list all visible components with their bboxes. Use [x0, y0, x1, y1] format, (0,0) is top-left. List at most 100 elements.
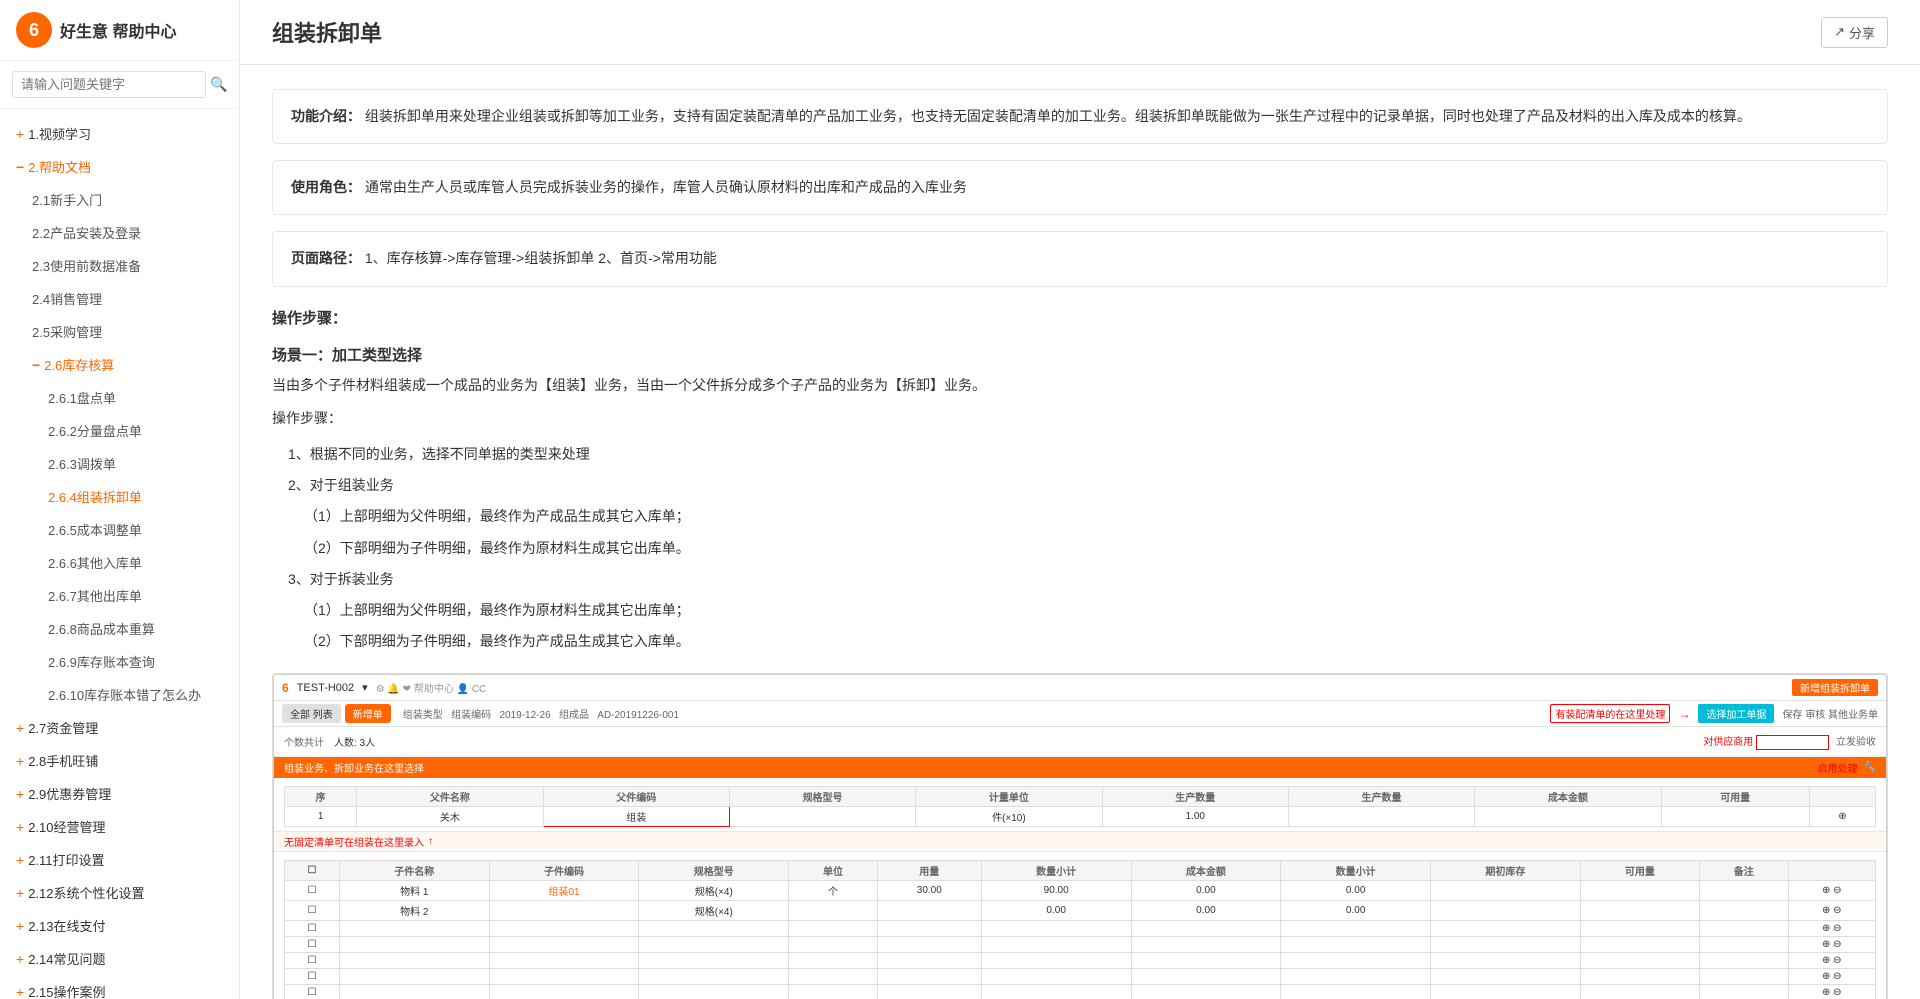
screen-bar-icon: 🔧	[1864, 762, 1876, 773]
sidebar-label-2-12: 2.12系统个性化设置	[28, 883, 144, 902]
ltd-name-7	[339, 985, 489, 999]
lth-remark: 备注	[1699, 861, 1788, 881]
ltd-action-3: ⊕ ⊖	[1788, 921, 1875, 937]
ltd-init-6	[1431, 969, 1581, 985]
ltd-init-1	[1431, 881, 1581, 901]
sidebar-item-2-6-9[interactable]: 2.6.9库存账本查询	[0, 645, 239, 678]
ltd-remark-1	[1699, 881, 1788, 901]
sidebar-item-2-14[interactable]: + 2.14常见问题	[0, 942, 239, 975]
ltd-init-5	[1431, 953, 1581, 969]
sidebar-item-2-6-1[interactable]: 2.6.1盘点单	[0, 381, 239, 414]
ltd-spec-5	[639, 953, 789, 969]
ltd-check-7: ☐	[285, 985, 340, 999]
lth-qty3: 数量小计	[1281, 861, 1431, 881]
sidebar-item-2-6-7[interactable]: 2.6.7其他出库单	[0, 579, 239, 612]
sidebar-item-2-6-3[interactable]: 2.6.3调拨单	[0, 447, 239, 480]
ltd-init-4	[1431, 937, 1581, 953]
th-name: 父件名称	[357, 787, 543, 807]
screenshot-container: 6 TEST-H002 ▾ ⚙ 🔔 ❤ 帮助中心 👤 CC 新增组装拆卸单 全部…	[272, 673, 1888, 999]
sidebar-item-2-6-4[interactable]: 2.6.4组装拆卸单	[0, 480, 239, 513]
sidebar-item-2-6-6[interactable]: 2.6.6其他入库单	[0, 546, 239, 579]
screen-lower-table: ☐ 子件名称 子件编码 规格型号 单位 用量 数量小计 成本金额 数量小计 期初…	[274, 852, 1886, 999]
ltd-cost-3	[1131, 921, 1281, 937]
ltd-qty1-6	[877, 969, 981, 985]
minus-icon: −	[16, 159, 24, 175]
ltd-cost-4	[1131, 937, 1281, 953]
screen-top-id: TEST-H002	[297, 682, 354, 694]
ltd-code-7	[489, 985, 639, 999]
arrow-icon-1: →	[1678, 707, 1690, 721]
logo-text: 好生意 帮助中心	[60, 18, 176, 42]
ltd-qty2-6	[981, 969, 1131, 985]
sidebar-item-2-6[interactable]: − 2.6库存核算	[0, 348, 239, 381]
ltd-code-5	[489, 953, 639, 969]
upper-table: 序 父件名称 父件编码 规格型号 计量单位 生产数量 生产数量 成本金额 可用量	[284, 786, 1876, 827]
ltd-qty2-3	[981, 921, 1131, 937]
sidebar-label-2-5: 2.5采购管理	[32, 322, 102, 341]
sub-annotation-text: 无固定清单可在组装在这里录入	[284, 834, 424, 849]
content-body: 功能介绍： 组装拆卸单用来处理企业组装或拆卸等加工业务，支持有固定装配清单的产品…	[240, 65, 1920, 999]
ltd-check-2: ☐	[285, 901, 340, 921]
step1: 1、根据不同的业务，选择不同单据的类型来处理	[272, 439, 1888, 470]
sidebar-label-2-11: 2.11打印设置	[28, 850, 104, 869]
sidebar-label-2-6-7: 2.6.7其他出库单	[48, 586, 142, 605]
sidebar-item-2-6-8[interactable]: 2.6.8商品成本重算	[0, 612, 239, 645]
sidebar-item-2-1[interactable]: 2.1新手入门	[0, 183, 239, 216]
user-role-text: 通常由生产人员或库管人员完成拆装业务的操作，库管人员确认原材料的出库和产成品的入…	[365, 179, 967, 195]
ltd-qty2-5	[981, 953, 1131, 969]
form-count-val: 人数: 3人	[334, 734, 375, 749]
ops-steps-label: 操作步骤：	[272, 406, 1888, 431]
plus-icon-2-12: +	[16, 885, 24, 901]
sidebar-item-2-12[interactable]: + 2.12系统个性化设置	[0, 876, 239, 909]
search-button[interactable]: 🔍	[206, 76, 231, 93]
td-name-1: 关木	[357, 807, 543, 827]
sidebar-item-2-6-10[interactable]: 2.6.10库存账本错了怎么办	[0, 678, 239, 711]
lth-init: 期初库存	[1431, 861, 1581, 881]
ltd-avail-1	[1580, 881, 1699, 901]
step3: 3、对于拆装业务	[272, 564, 1888, 595]
sidebar-item-2-13[interactable]: + 2.13在线支付	[0, 909, 239, 942]
screen-orange-bar: 组装业务、拆卸业务在这里选择 启用处理 🔧	[274, 757, 1886, 778]
ltd-spec-2: 规格(×4)	[639, 901, 789, 921]
screen-icons: ⚙ 🔔 ❤ 帮助中心 👤 CC	[376, 680, 487, 695]
sidebar-item-2-9[interactable]: + 2.9优惠券管理	[0, 777, 239, 810]
sidebar-label-2-6-10: 2.6.10库存账本错了怎么办	[48, 685, 201, 704]
sidebar-item-2-2[interactable]: 2.2产品安装及登录	[0, 216, 239, 249]
ltd-check-1: ☐	[285, 881, 340, 901]
screen-inner: 6 TEST-H002 ▾ ⚙ 🔔 ❤ 帮助中心 👤 CC 新增组装拆卸单 全部…	[273, 674, 1887, 999]
ltd-check-4: ☐	[285, 937, 340, 953]
td-seq-1: 1	[285, 807, 357, 827]
ltd-qty2-7	[981, 985, 1131, 999]
ltd-init-2	[1431, 901, 1581, 921]
ltd-remark-7	[1699, 985, 1788, 999]
search-input[interactable]	[12, 71, 206, 98]
sidebar-item-2-4[interactable]: 2.4销售管理	[0, 282, 239, 315]
ltd-cost-6	[1131, 969, 1281, 985]
sidebar-item-2-10[interactable]: + 2.10经营管理	[0, 810, 239, 843]
sidebar-item-2-7[interactable]: + 2.7资金管理	[0, 711, 239, 744]
ltd-avail-5	[1580, 953, 1699, 969]
sidebar-item-2[interactable]: − 2.帮助文档	[0, 150, 239, 183]
sidebar-item-2-3[interactable]: 2.3使用前数据准备	[0, 249, 239, 282]
sidebar-item-2-5[interactable]: 2.5采购管理	[0, 315, 239, 348]
func-intro-label: 功能介绍：	[291, 108, 361, 124]
lower-table: ☐ 子件名称 子件编码 规格型号 单位 用量 数量小计 成本金额 数量小计 期初…	[284, 860, 1876, 999]
td-cost-1	[1475, 807, 1661, 827]
sidebar-item-1[interactable]: + 1.视频学习	[0, 117, 239, 150]
plus-icon-2-13: +	[16, 918, 24, 934]
sidebar-item-2-8[interactable]: + 2.8手机旺铺	[0, 744, 239, 777]
share-button[interactable]: ↗ 分享	[1821, 17, 1888, 48]
th-seq: 序	[285, 787, 357, 807]
page-path-block: 页面路径： 1、库存核算->库存管理->组装拆卸单 2、首页->常用功能	[272, 231, 1888, 286]
sidebar-item-2-15[interactable]: + 2.15操作案例	[0, 975, 239, 999]
sidebar-label-2-6-5: 2.6.5成本调整单	[48, 520, 142, 539]
ltd-qty1-7	[877, 985, 981, 999]
screen-upper-table: 序 父件名称 父件编码 规格型号 计量单位 生产数量 生产数量 成本金额 可用量	[274, 778, 1886, 831]
ltd-unit-5	[789, 953, 878, 969]
ltd-cost-2: 0.00	[1131, 901, 1281, 921]
form-row-1: 个数共计 人数: 3人 对供应商用 立发验收	[284, 733, 1876, 750]
sidebar-item-2-6-2[interactable]: 2.6.2分量盘点单	[0, 414, 239, 447]
sidebar-item-2-6-5[interactable]: 2.6.5成本调整单	[0, 513, 239, 546]
sidebar-item-2-11[interactable]: + 2.11打印设置	[0, 843, 239, 876]
sidebar-label-2-6-3: 2.6.3调拨单	[48, 454, 116, 473]
